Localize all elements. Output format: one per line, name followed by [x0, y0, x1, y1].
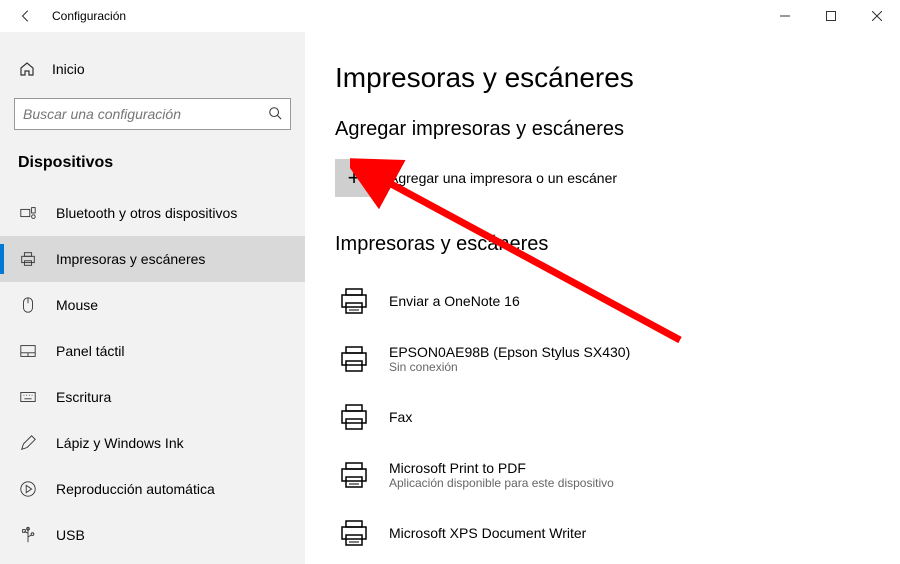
mouse-icon [18, 295, 38, 315]
printer-name: Microsoft Print to PDF [389, 460, 614, 476]
printer-item[interactable]: Enviar a OneNote 16 [335, 274, 870, 328]
category-heading: Dispositivos [0, 144, 305, 190]
printer-pdf-icon [335, 456, 373, 494]
printer-name: Fax [389, 409, 412, 425]
sidebar: Inicio Dispositivos Bluetooth y otros di… [0, 32, 305, 564]
sidebar-item-label: Lápiz y Windows Ink [56, 435, 184, 451]
printer-item[interactable]: Fax [335, 390, 870, 444]
main-content: Impresoras y escáneres Agregar impresora… [305, 32, 900, 564]
sidebar-item-printers[interactable]: Impresoras y escáneres [0, 236, 305, 282]
sidebar-item-pen[interactable]: Lápiz y Windows Ink [0, 420, 305, 466]
sidebar-item-label: Impresoras y escáneres [56, 251, 205, 267]
printer-sub: Sin conexión [389, 360, 630, 374]
sidebar-item-touchpad[interactable]: Panel táctil [0, 328, 305, 374]
window-controls [762, 0, 900, 32]
search-input[interactable] [23, 106, 268, 122]
home-label: Inicio [52, 61, 85, 77]
titlebar: Configuración [0, 0, 900, 32]
printer-fax-icon [335, 398, 373, 436]
printer-item[interactable]: Microsoft XPS Document Writer [335, 506, 870, 560]
section-add-heading: Agregar impresoras y escáneres [335, 118, 870, 141]
section-list-heading: Impresoras y escáneres [335, 233, 870, 256]
maximize-button[interactable] [808, 0, 854, 32]
sidebar-item-label: Escritura [56, 389, 111, 405]
autoplay-icon [18, 479, 38, 499]
printer-name: Microsoft XPS Document Writer [389, 525, 586, 541]
add-button[interactable]: + [335, 159, 373, 197]
printer-epson-icon [335, 340, 373, 378]
printer-sub: Aplicación disponible para este disposit… [389, 476, 614, 490]
sidebar-item-autoplay[interactable]: Reproducción automática [0, 466, 305, 512]
home-icon [18, 61, 36, 77]
search-box[interactable] [14, 98, 291, 130]
pen-icon [18, 433, 38, 453]
back-button[interactable] [10, 0, 42, 32]
minimize-button[interactable] [762, 0, 808, 32]
sidebar-item-typing[interactable]: Escritura [0, 374, 305, 420]
sidebar-item-label: Mouse [56, 297, 98, 313]
page-title: Impresoras y escáneres [335, 62, 870, 94]
printer-onenote-icon [335, 282, 373, 320]
printer-name: Enviar a OneNote 16 [389, 293, 520, 309]
usb-icon [18, 525, 38, 545]
sidebar-item-label: Bluetooth y otros dispositivos [56, 205, 237, 221]
printer-name: EPSON0AE98B (Epson Stylus SX430) [389, 344, 630, 360]
printer-icon [18, 249, 38, 269]
home-link[interactable]: Inicio [0, 50, 305, 88]
close-button[interactable] [854, 0, 900, 32]
bluetooth-icon [18, 203, 38, 223]
plus-icon: + [348, 165, 361, 191]
search-icon [268, 106, 282, 123]
printer-item[interactable]: EPSON0AE98B (Epson Stylus SX430) Sin con… [335, 332, 870, 386]
keyboard-icon [18, 387, 38, 407]
sidebar-item-bluetooth[interactable]: Bluetooth y otros dispositivos [0, 190, 305, 236]
window-title: Configuración [52, 9, 126, 23]
sidebar-item-label: Reproducción automática [56, 481, 215, 497]
sidebar-item-mouse[interactable]: Mouse [0, 282, 305, 328]
touchpad-icon [18, 341, 38, 361]
sidebar-item-label: USB [56, 527, 85, 543]
add-label: Agregar una impresora o un escáner [389, 170, 617, 186]
add-printer-row[interactable]: + Agregar una impresora o un escáner [335, 159, 870, 197]
sidebar-item-label: Panel táctil [56, 343, 124, 359]
sidebar-item-usb[interactable]: USB [0, 512, 305, 558]
printer-xps-icon [335, 514, 373, 552]
printer-item[interactable]: Microsoft Print to PDF Aplicación dispon… [335, 448, 870, 502]
